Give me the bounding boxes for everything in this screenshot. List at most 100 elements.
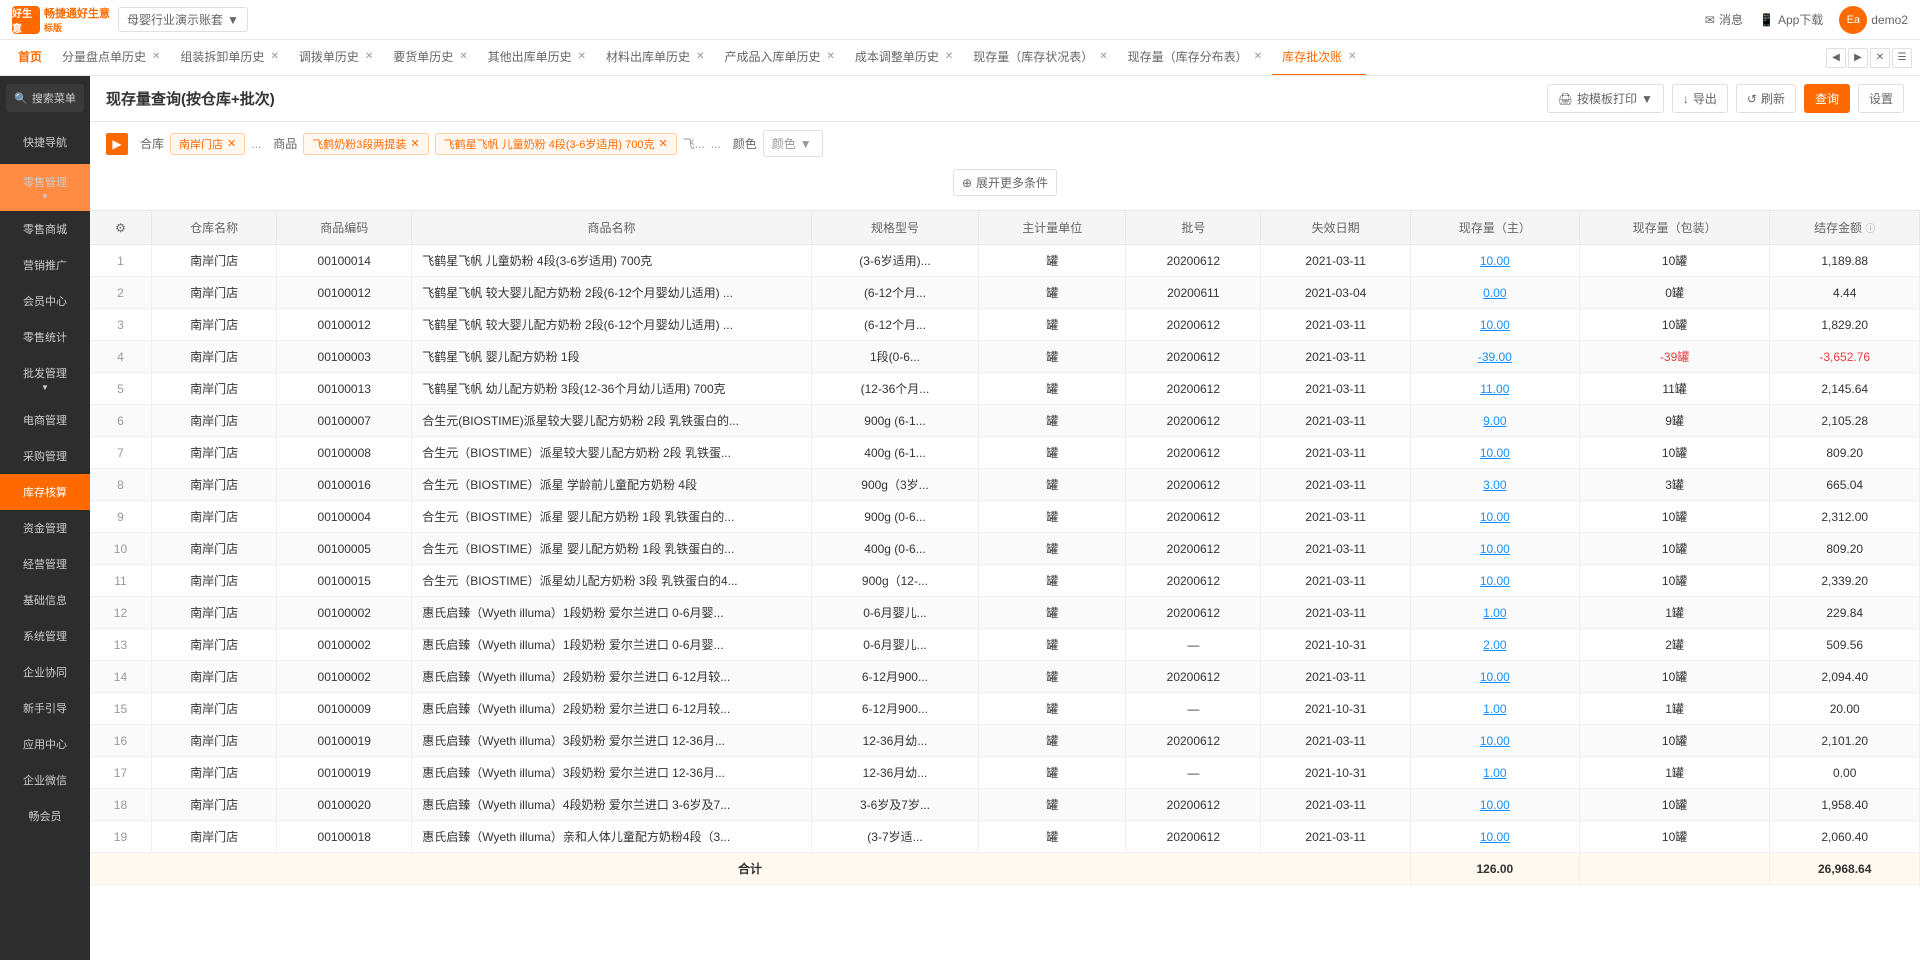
close-icon[interactable]: ✕ xyxy=(578,51,586,62)
sidebar-item-purchase[interactable]: 采购管理 xyxy=(0,438,90,474)
chevron-down-icon: ▼ xyxy=(41,383,49,392)
sidebar-item-enterprise[interactable]: 企业协同 xyxy=(0,654,90,690)
info-icon[interactable]: ⓘ xyxy=(1865,224,1875,235)
close-icon[interactable]: ✕ xyxy=(945,51,953,62)
sidebar-item-member[interactable]: 会员中心 xyxy=(0,283,90,319)
query-btn[interactable]: 查询 xyxy=(1804,84,1850,113)
sidebar-item-marketing[interactable]: 营销推广 xyxy=(0,247,90,283)
tab-kucunpici[interactable]: 库存批次账 ✕ xyxy=(1272,40,1366,76)
tab-yaohuo[interactable]: 要货单历史 ✕ xyxy=(383,40,477,76)
refresh-btn[interactable]: ↺ 刷新 xyxy=(1736,84,1796,113)
close-icon[interactable]: ✕ xyxy=(1348,51,1356,62)
sidebar-item-retail-mgmt[interactable]: 零售管理 ▼ xyxy=(0,164,90,211)
close-icon[interactable]: ✕ xyxy=(1254,51,1262,62)
app-download-btn[interactable]: 📱 App下载 xyxy=(1759,11,1823,28)
sidebar-item-wechat[interactable]: 企业微信 xyxy=(0,762,90,798)
sidebar-item-member2[interactable]: 畅会员 xyxy=(0,798,90,834)
cell-warehouse: 南岸门店 xyxy=(151,373,276,405)
industry-select[interactable]: 母婴行业演示账套 ▼ xyxy=(118,7,248,32)
sidebar-item-inventory[interactable]: 库存核算 xyxy=(0,474,90,510)
cell-qty-main[interactable]: 1.00 xyxy=(1410,693,1579,725)
cell-name: 惠氏启臻（Wyeth illuma）1段奶粉 爱尔兰进口 0-6月婴... xyxy=(412,597,811,629)
expand-conditions-btn[interactable]: ⊕ 展开更多条件 xyxy=(953,169,1057,196)
cell-name: 合生元（BIOSTIME）派星幼儿配方奶粉 3段 乳铁蛋白的4... xyxy=(412,565,811,597)
product-more-label: 飞... xyxy=(683,135,705,152)
color-field[interactable]: 颜色 ▼ xyxy=(763,130,823,157)
sidebar-item-system[interactable]: 系统管理 xyxy=(0,618,90,654)
filter-more-btn[interactable]: ... xyxy=(251,137,261,151)
nav-close-btn[interactable]: ✕ xyxy=(1870,48,1890,68)
close-icon[interactable]: ✕ xyxy=(459,51,467,62)
logo-text: 畅捷通好生意 标版 xyxy=(44,5,110,34)
tab-chanchengpin[interactable]: 产成品入库单历史 ✕ xyxy=(714,40,844,76)
close-icon[interactable]: ✕ xyxy=(696,51,704,62)
table-container[interactable]: ⚙ 仓库名称 商品编码 商品名称 规格型号 主计量单位 批号 失效日期 现存量（… xyxy=(90,211,1920,960)
remove-product-tag1-btn[interactable]: ✕ xyxy=(410,137,419,150)
close-icon[interactable]: ✕ xyxy=(1099,51,1107,62)
filter-expand-btn[interactable]: ▶ xyxy=(106,133,128,155)
cell-qty-main[interactable]: 10.00 xyxy=(1410,309,1579,341)
cell-qty-main[interactable]: 10.00 xyxy=(1410,661,1579,693)
cell-expire: 2021-03-11 xyxy=(1261,821,1411,853)
product-filter-more-btn[interactable]: ... xyxy=(711,137,721,151)
tab-chengbentiaozheng[interactable]: 成本调整单历史 ✕ xyxy=(845,40,963,76)
nav-prev-btn[interactable]: ◀ xyxy=(1826,48,1846,68)
cell-qty-main[interactable]: 10.00 xyxy=(1410,533,1579,565)
cell-qty-main[interactable]: 10.00 xyxy=(1410,501,1579,533)
close-icon[interactable]: ✕ xyxy=(152,51,160,62)
tab-cailiaochuku[interactable]: 材料出库单历史 ✕ xyxy=(596,40,714,76)
tab-qitachuku[interactable]: 其他出库单历史 ✕ xyxy=(478,40,596,76)
cell-qty-main[interactable]: -39.00 xyxy=(1410,341,1579,373)
cell-batch: 20200612 xyxy=(1126,373,1261,405)
cell-qty-main[interactable]: 1.00 xyxy=(1410,597,1579,629)
cell-spec: 6-12月900... xyxy=(811,661,979,693)
sidebar-item-operations[interactable]: 经营管理 xyxy=(0,546,90,582)
close-icon[interactable]: ✕ xyxy=(365,51,373,62)
cell-qty-main[interactable]: 11.00 xyxy=(1410,373,1579,405)
sidebar-item-retail-mall[interactable]: 零售商城 xyxy=(0,211,90,247)
tab-home[interactable]: 首页 xyxy=(8,40,52,76)
cell-qty-main[interactable]: 10.00 xyxy=(1410,725,1579,757)
close-icon[interactable]: ✕ xyxy=(826,51,834,62)
sidebar-item-ecom[interactable]: 电商管理 xyxy=(0,402,90,438)
cell-batch: 20200612 xyxy=(1126,437,1261,469)
tab-xiancunliang1[interactable]: 现存量（库存状况表） ✕ xyxy=(963,40,1117,76)
sidebar-shortcut[interactable]: 快捷导航 xyxy=(4,126,86,158)
sidebar-item-wholesale[interactable]: 批发管理 ▼ xyxy=(0,355,90,402)
cell-qty-main[interactable]: 9.00 xyxy=(1410,405,1579,437)
cell-qty-main[interactable]: 2.00 xyxy=(1410,629,1579,661)
cell-qty-main[interactable]: 0.00 xyxy=(1410,277,1579,309)
tab-diaobo[interactable]: 调拨单历史 ✕ xyxy=(289,40,383,76)
th-gear[interactable]: ⚙ xyxy=(90,211,151,245)
cell-qty-main[interactable]: 10.00 xyxy=(1410,245,1579,277)
cell-qty-main[interactable]: 10.00 xyxy=(1410,789,1579,821)
cell-warehouse: 南岸门店 xyxy=(151,725,276,757)
sidebar-item-guide[interactable]: 新手引导 xyxy=(0,690,90,726)
remove-product-tag2-btn[interactable]: ✕ xyxy=(658,137,667,150)
cell-qty-main[interactable]: 10.00 xyxy=(1410,565,1579,597)
cell-qty-main[interactable]: 1.00 xyxy=(1410,757,1579,789)
tab-xiancunliang2[interactable]: 现存量（库存分布表） ✕ xyxy=(1118,40,1272,76)
cell-num: 18 xyxy=(90,789,151,821)
cell-qty-main[interactable]: 10.00 xyxy=(1410,821,1579,853)
print-btn[interactable]: 🖨 按模板打印 ▼ xyxy=(1547,84,1664,113)
export-btn[interactable]: ↓ 导出 xyxy=(1672,84,1728,113)
nav-menu-btn[interactable]: ☰ xyxy=(1892,48,1912,68)
cell-unit: 罐 xyxy=(979,725,1126,757)
sidebar-item-retail-stats[interactable]: 零售统计 xyxy=(0,319,90,355)
search-menu-btn[interactable]: 🔍 搜索菜单 xyxy=(6,84,84,112)
settings-btn[interactable]: 设置 xyxy=(1858,84,1904,113)
close-icon[interactable]: ✕ xyxy=(270,51,278,62)
sidebar-item-finance[interactable]: 资金管理 xyxy=(0,510,90,546)
cell-name: 飞鹤星飞帆 较大婴儿配方奶粉 2段(6-12个月婴幼儿适用) ... xyxy=(412,309,811,341)
nav-next-btn[interactable]: ▶ xyxy=(1848,48,1868,68)
cell-qty-main[interactable]: 10.00 xyxy=(1410,437,1579,469)
sidebar-item-app-center[interactable]: 应用中心 xyxy=(0,726,90,762)
user-btn[interactable]: Ea demo2 xyxy=(1839,6,1908,34)
remove-warehouse-tag-btn[interactable]: ✕ xyxy=(227,137,236,150)
tab-fenliangpandian[interactable]: 分量盘点单历史 ✕ xyxy=(52,40,170,76)
tab-zuzhuangchaijie[interactable]: 组装拆卸单历史 ✕ xyxy=(170,40,288,76)
message-btn[interactable]: ✉ 消息 xyxy=(1705,11,1743,28)
cell-qty-main[interactable]: 3.00 xyxy=(1410,469,1579,501)
sidebar-item-basic-info[interactable]: 基础信息 xyxy=(0,582,90,618)
